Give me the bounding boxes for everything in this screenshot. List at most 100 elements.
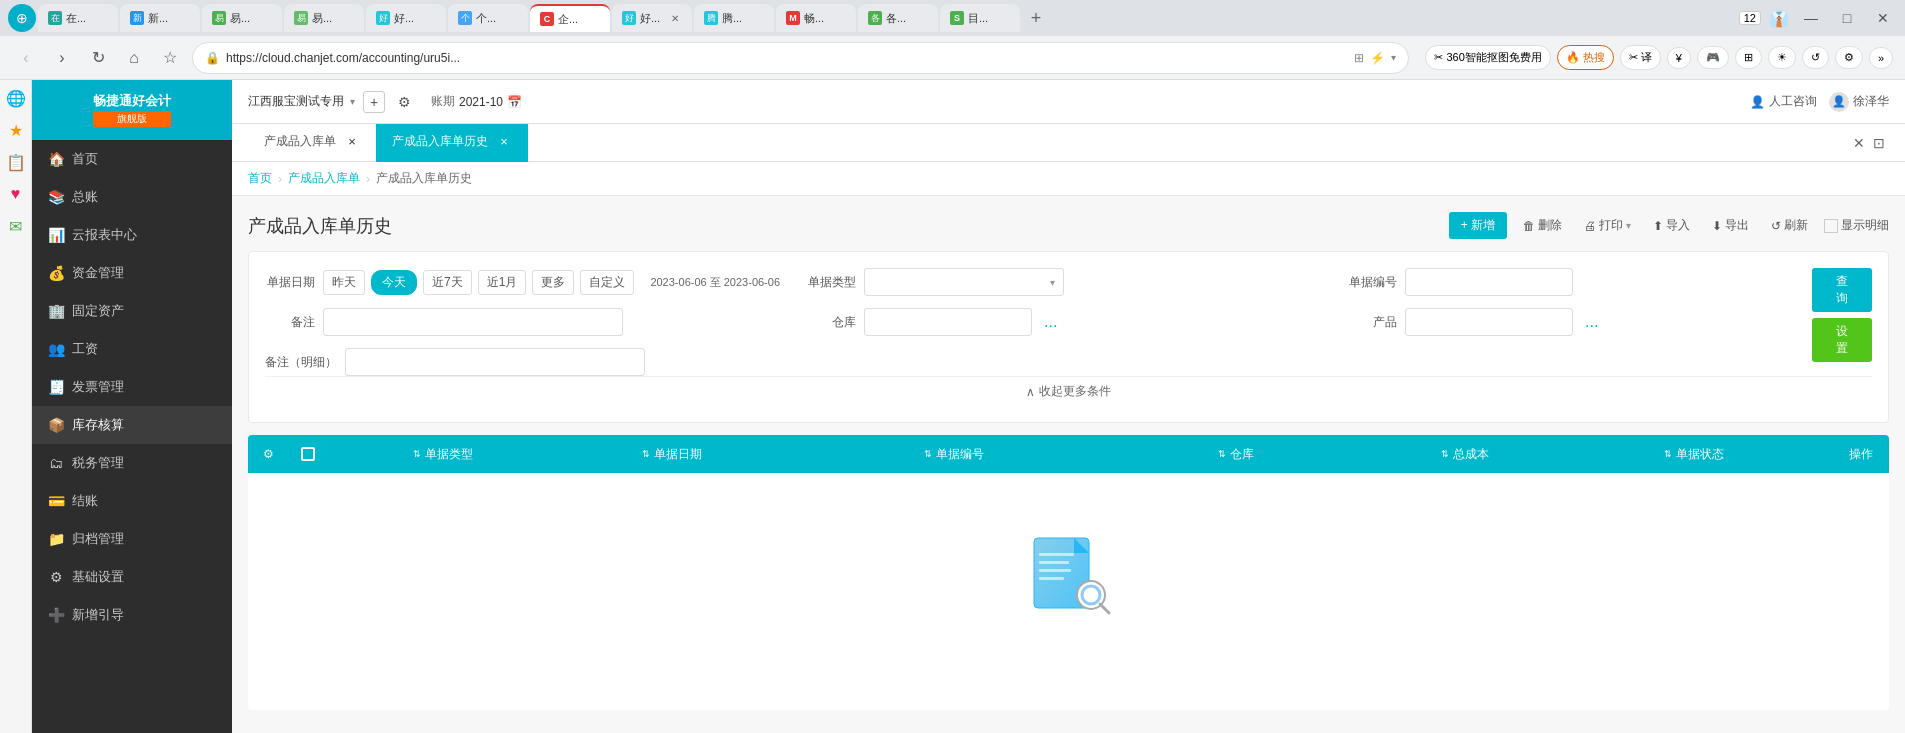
- sidebar-icon-docs[interactable]: 📋: [2, 148, 30, 176]
- export-button[interactable]: ⬇ 导出: [1706, 213, 1755, 238]
- product-input[interactable]: [1405, 308, 1573, 336]
- product-ellipsis[interactable]: ...: [1581, 313, 1602, 331]
- show-cols-checkbox[interactable]: [1824, 219, 1838, 233]
- sidebar-item-funds[interactable]: 💰 资金管理: [32, 254, 232, 292]
- import-button[interactable]: ⬆ 导入: [1647, 213, 1696, 238]
- forward-button[interactable]: ›: [48, 44, 76, 72]
- tab-8-close[interactable]: ✕: [668, 11, 682, 25]
- warehouse-input[interactable]: [864, 308, 1032, 336]
- sidebar-item-ledger[interactable]: 📚 总账: [32, 178, 232, 216]
- query-button[interactable]: 查询: [1812, 268, 1872, 312]
- sidebar-item-home[interactable]: 🏠 首页: [32, 140, 232, 178]
- refresh-data-button[interactable]: ↺ 刷新: [1765, 213, 1814, 238]
- browser-tab-8[interactable]: 好 好... ✕: [612, 4, 692, 32]
- settings-toolbar-btn[interactable]: ⚙: [1835, 46, 1863, 69]
- yesterday-btn[interactable]: 昨天: [323, 270, 365, 295]
- sidebar-item-payroll[interactable]: 👥 工资: [32, 330, 232, 368]
- 7days-btn[interactable]: 近7天: [423, 270, 472, 295]
- game-btn[interactable]: 🎮: [1697, 46, 1729, 69]
- th-cost[interactable]: ⇅ 总成本: [1351, 446, 1580, 463]
- sidebar-item-reports[interactable]: 📊 云报表中心: [32, 216, 232, 254]
- th-doc-date[interactable]: ⇅ 单据日期: [557, 446, 786, 463]
- browser-tab-9[interactable]: 腾 腾...: [694, 4, 774, 32]
- delete-button[interactable]: 🗑 删除: [1517, 213, 1568, 238]
- breadcrumb-doc[interactable]: 产成品入库单: [288, 170, 360, 187]
- panel-close-btn[interactable]: ✕: [1849, 133, 1869, 153]
- collapse-button[interactable]: ∧ 收起更多条件: [265, 376, 1872, 406]
- tab-product-in-history-close[interactable]: ×: [496, 134, 512, 150]
- sidebar-item-new-guide[interactable]: ➕ 新增引导: [32, 596, 232, 634]
- maximize-button[interactable]: □: [1833, 4, 1861, 32]
- sidebar-item-fixed-assets[interactable]: 🏢 固定资产: [32, 292, 232, 330]
- tab-product-in-history[interactable]: 产成品入库单历史 ×: [376, 124, 528, 162]
- panel-expand-btn[interactable]: ⊡: [1869, 133, 1889, 153]
- note-detail-input[interactable]: [345, 348, 645, 376]
- close-button[interactable]: ✕: [1869, 4, 1897, 32]
- print-dropdown[interactable]: ▾: [1626, 220, 1631, 231]
- th-settings[interactable]: ⚙: [248, 447, 288, 461]
- company-dropdown-icon[interactable]: ▾: [350, 96, 355, 107]
- refresh2-btn[interactable]: ↺: [1802, 46, 1829, 69]
- sidebar-item-tax[interactable]: 🗂 税务管理: [32, 444, 232, 482]
- today-btn[interactable]: 今天: [371, 270, 417, 295]
- new-tab-button[interactable]: +: [1022, 4, 1050, 32]
- browser-tab-4[interactable]: 易 易...: [284, 4, 364, 32]
- add-button[interactable]: + 新增: [1449, 212, 1507, 239]
- sidebar-item-inventory[interactable]: 📦 库存核算: [32, 406, 232, 444]
- layout-btn[interactable]: ⊞: [1735, 46, 1762, 69]
- translate-btn[interactable]: ✂ 译: [1620, 45, 1661, 70]
- extend-btn[interactable]: »: [1869, 47, 1893, 69]
- more-date-btn[interactable]: 更多: [532, 270, 574, 295]
- sidebar-icon-mail[interactable]: ✉: [2, 212, 30, 240]
- th-doc-type[interactable]: ⇅ 单据类型: [328, 446, 557, 463]
- browser-tab-5[interactable]: 好 好...: [366, 4, 446, 32]
- browser-tab-1[interactable]: 在 在...: [38, 4, 118, 32]
- smart-cutout-btn[interactable]: ✂ 360智能抠图免费用: [1425, 45, 1550, 70]
- th-warehouse[interactable]: ⇅ 仓库: [1122, 446, 1351, 463]
- show-cols-toggle[interactable]: 显示明细: [1824, 217, 1889, 234]
- add-company-button[interactable]: +: [363, 91, 385, 113]
- browser-tab-12[interactable]: S 目...: [940, 4, 1020, 32]
- th-status[interactable]: ⇅ 单据状态: [1580, 446, 1809, 463]
- th-checkbox[interactable]: [288, 447, 328, 461]
- tab-product-in[interactable]: 产成品入库单 ×: [248, 124, 376, 162]
- calendar-icon[interactable]: 📅: [507, 95, 522, 109]
- back-button[interactable]: ‹: [12, 44, 40, 72]
- refresh-button[interactable]: ↻: [84, 44, 112, 72]
- url-bar[interactable]: 🔒 https://cloud.chanjet.com/accounting/u…: [192, 42, 1409, 74]
- hot-search-btn[interactable]: 🔥 热搜: [1557, 45, 1614, 70]
- user-profile-button[interactable]: 👤 徐泽华: [1829, 92, 1889, 112]
- bookmark-button[interactable]: ☆: [156, 44, 184, 72]
- tab-product-in-close[interactable]: ×: [344, 134, 360, 150]
- th-doc-no[interactable]: ⇅ 单据编号: [786, 446, 1122, 463]
- sidebar-icon-star[interactable]: ★: [2, 116, 30, 144]
- doc-no-input[interactable]: [1405, 268, 1573, 296]
- sidebar-icon-browser[interactable]: 🌐: [2, 84, 30, 112]
- sidebar-item-archive[interactable]: 📁 归档管理: [32, 520, 232, 558]
- theme-btn[interactable]: ☀: [1768, 46, 1796, 69]
- browser-tab-10[interactable]: M 畅...: [776, 4, 856, 32]
- sidebar-icon-social[interactable]: ♥: [2, 180, 30, 208]
- minimize-button[interactable]: —: [1797, 4, 1825, 32]
- browser-tab-6[interactable]: 个 个...: [448, 4, 528, 32]
- note-input[interactable]: [323, 308, 623, 336]
- browser-tab-3[interactable]: 易 易...: [202, 4, 282, 32]
- sidebar-item-invoice[interactable]: 🧾 发票管理: [32, 368, 232, 406]
- sidebar-item-closing[interactable]: 💳 结账: [32, 482, 232, 520]
- browser-tab-7-active[interactable]: C 企...: [530, 4, 610, 32]
- home-button[interactable]: ⌂: [120, 44, 148, 72]
- header-settings-button[interactable]: ⚙: [393, 91, 415, 113]
- consult-button[interactable]: 👤 人工咨询: [1750, 93, 1817, 110]
- currency-btn[interactable]: ¥: [1667, 47, 1691, 69]
- settings-search-button[interactable]: 设置: [1812, 318, 1872, 362]
- custom-date-btn[interactable]: 自定义: [580, 270, 634, 295]
- warehouse-ellipsis[interactable]: ...: [1040, 313, 1061, 331]
- print-button[interactable]: 🖨 打印 ▾: [1578, 213, 1637, 238]
- 1month-btn[interactable]: 近1月: [478, 270, 527, 295]
- doc-type-select[interactable]: ▾: [864, 268, 1064, 296]
- select-all-checkbox[interactable]: [301, 447, 315, 461]
- browser-tab-2[interactable]: 新 新...: [120, 4, 200, 32]
- browser-tab-11[interactable]: 各 各...: [858, 4, 938, 32]
- sidebar-item-settings[interactable]: ⚙ 基础设置: [32, 558, 232, 596]
- breadcrumb-home[interactable]: 首页: [248, 170, 272, 187]
